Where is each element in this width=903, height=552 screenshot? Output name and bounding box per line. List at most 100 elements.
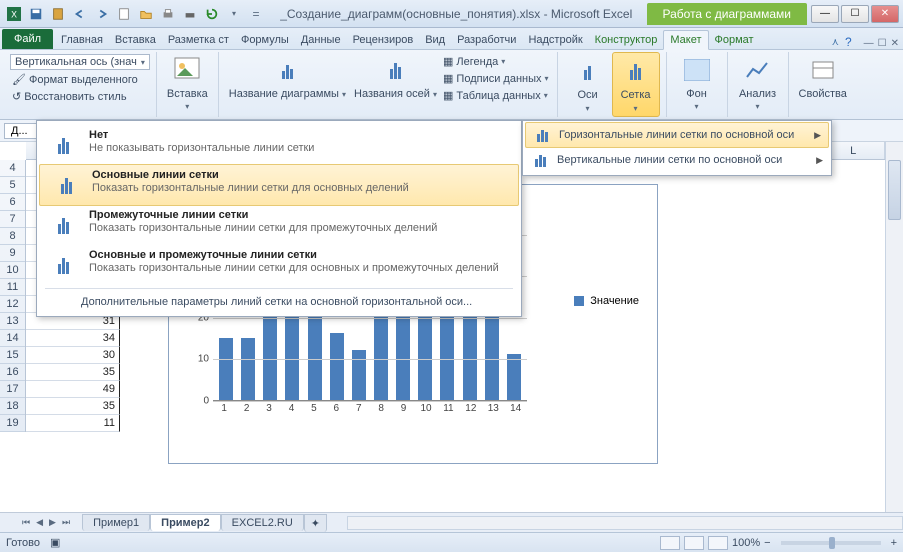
paste-icon[interactable]: [48, 4, 68, 24]
minimize-ribbon-icon[interactable]: ⋏: [832, 37, 839, 48]
axis-titles-button[interactable]: Названия осей ▾: [350, 52, 441, 102]
page-layout-view-button[interactable]: [684, 536, 704, 550]
menu-item[interactable]: НетНе показывать горизонтальные линии се…: [37, 125, 521, 165]
save-icon[interactable]: [26, 4, 46, 24]
zoom-slider[interactable]: [781, 541, 881, 545]
row-header[interactable]: 9: [0, 245, 25, 262]
row-header[interactable]: 11: [0, 279, 25, 296]
row-header[interactable]: 13: [0, 313, 25, 330]
sheet-last-icon[interactable]: ⏭: [60, 517, 72, 528]
row-header[interactable]: 8: [0, 228, 25, 245]
workbook-close-icon[interactable]: ✕: [891, 38, 899, 49]
cell[interactable]: 35: [26, 364, 120, 381]
vertical-scrollbar[interactable]: [885, 142, 903, 522]
file-tab[interactable]: Файл: [2, 29, 53, 49]
tab-chart-format[interactable]: Формат: [709, 31, 760, 49]
tab-insert[interactable]: Вставка: [109, 31, 162, 49]
insert-button[interactable]: Вставка▾: [163, 52, 212, 114]
menu-item[interactable]: Основные линии сеткиПоказать горизонталь…: [39, 164, 519, 206]
zoom-slider-thumb[interactable]: [829, 537, 835, 549]
submenu-item[interactable]: Горизонтальные линии сетки по основной о…: [525, 122, 829, 148]
menu-item[interactable]: Промежуточные линии сеткиПоказать горизо…: [37, 205, 521, 245]
tab-data[interactable]: Данные: [295, 31, 347, 49]
cell[interactable]: 30: [26, 347, 120, 364]
chart-bar[interactable]: [219, 338, 233, 400]
analysis-button[interactable]: Анализ▾: [734, 52, 782, 114]
normal-view-button[interactable]: [660, 536, 680, 550]
qat-customize-icon[interactable]: ▾: [224, 4, 244, 24]
format-selection-button[interactable]: 🖌Формат выделенного: [10, 72, 140, 87]
tab-review[interactable]: Рецензиров: [347, 31, 420, 49]
tab-home[interactable]: Главная: [55, 31, 109, 49]
row-header[interactable]: 10: [0, 262, 25, 279]
tab-page-layout[interactable]: Разметка ст: [162, 31, 235, 49]
axes-button[interactable]: Оси▾: [564, 53, 612, 115]
workbook-restore-icon[interactable]: ☐: [878, 38, 887, 49]
tab-addins[interactable]: Надстройк: [522, 31, 588, 49]
legend-button[interactable]: ▦Легенда ▾: [441, 54, 551, 69]
new-sheet-button[interactable]: ✦: [304, 514, 327, 532]
tab-developer[interactable]: Разработчи: [451, 31, 522, 49]
close-button[interactable]: ✕: [871, 5, 899, 23]
menu-item[interactable]: Основные и промежуточные линии сеткиПока…: [37, 245, 521, 285]
refresh-icon[interactable]: [202, 4, 222, 24]
chart-legend[interactable]: Значение: [574, 295, 639, 307]
chart-bar[interactable]: [330, 333, 344, 400]
sheet-tab[interactable]: EXCEL2.RU: [221, 514, 304, 531]
tab-chart-layout[interactable]: Макет: [663, 30, 708, 50]
chart-title-button[interactable]: Название диаграммы ▾: [225, 52, 350, 102]
tab-formulas[interactable]: Формулы: [235, 31, 295, 49]
sheet-tab[interactable]: Пример1: [82, 514, 150, 531]
cell[interactable]: 34: [26, 330, 120, 347]
menu-more-options[interactable]: Дополнительные параметры линий сетки на …: [37, 292, 521, 312]
data-table-button[interactable]: ▦Таблица данных ▾: [441, 88, 551, 103]
cell[interactable]: 11: [26, 415, 120, 432]
horizontal-scrollbar[interactable]: [347, 516, 903, 530]
row-header[interactable]: 18: [0, 398, 25, 415]
maximize-button[interactable]: ☐: [841, 5, 869, 23]
properties-button[interactable]: Свойства: [795, 52, 851, 102]
open-icon[interactable]: [136, 4, 156, 24]
excel-icon[interactable]: X: [4, 4, 24, 24]
row-header[interactable]: 7: [0, 211, 25, 228]
document-icon[interactable]: [114, 4, 134, 24]
macro-record-icon[interactable]: ▣: [50, 536, 60, 549]
chart-bar[interactable]: [352, 350, 366, 400]
zoom-in-button[interactable]: +: [891, 537, 897, 549]
workbook-minimize-icon[interactable]: —: [864, 38, 874, 49]
row-header[interactable]: 16: [0, 364, 25, 381]
gridlines-button[interactable]: Сетка▾: [612, 52, 660, 116]
row-header[interactable]: 19: [0, 415, 25, 432]
sheet-prev-icon[interactable]: ◀: [34, 517, 45, 528]
qat-more-icon[interactable]: =: [246, 4, 266, 24]
sheet-first-icon[interactable]: ⏮: [20, 517, 32, 528]
sheet-tab[interactable]: Пример2: [150, 514, 220, 531]
row-header[interactable]: 17: [0, 381, 25, 398]
background-button[interactable]: Фон▾: [673, 52, 721, 114]
row-header[interactable]: 14: [0, 330, 25, 347]
page-break-view-button[interactable]: [708, 536, 728, 550]
chart-element-dropdown[interactable]: Вертикальная ось (знач▾: [10, 54, 150, 70]
scrollbar-thumb[interactable]: [888, 160, 901, 220]
zoom-out-button[interactable]: −: [764, 537, 770, 549]
tab-chart-design[interactable]: Конструктор: [589, 31, 664, 49]
tab-view[interactable]: Вид: [419, 31, 451, 49]
cell[interactable]: 49: [26, 381, 120, 398]
zoom-level[interactable]: 100%: [732, 537, 760, 549]
reset-style-button[interactable]: ↺Восстановить стиль: [10, 89, 129, 104]
row-header[interactable]: 5: [0, 177, 25, 194]
help-icon[interactable]: ?: [845, 35, 852, 49]
undo-icon[interactable]: [70, 4, 90, 24]
chart-bar[interactable]: [507, 354, 521, 400]
redo-icon[interactable]: [92, 4, 112, 24]
row-header[interactable]: 4: [0, 160, 25, 177]
chart-bar[interactable]: [241, 338, 255, 400]
data-labels-button[interactable]: ▦Подписи данных ▾: [441, 71, 551, 86]
submenu-item[interactable]: Вертикальные линии сетки по основной оси…: [523, 147, 831, 173]
print-preview-icon[interactable]: [158, 4, 178, 24]
sheet-next-icon[interactable]: ▶: [47, 517, 58, 528]
row-header[interactable]: 6: [0, 194, 25, 211]
print-icon[interactable]: [180, 4, 200, 24]
cell[interactable]: 35: [26, 398, 120, 415]
row-header[interactable]: 15: [0, 347, 25, 364]
